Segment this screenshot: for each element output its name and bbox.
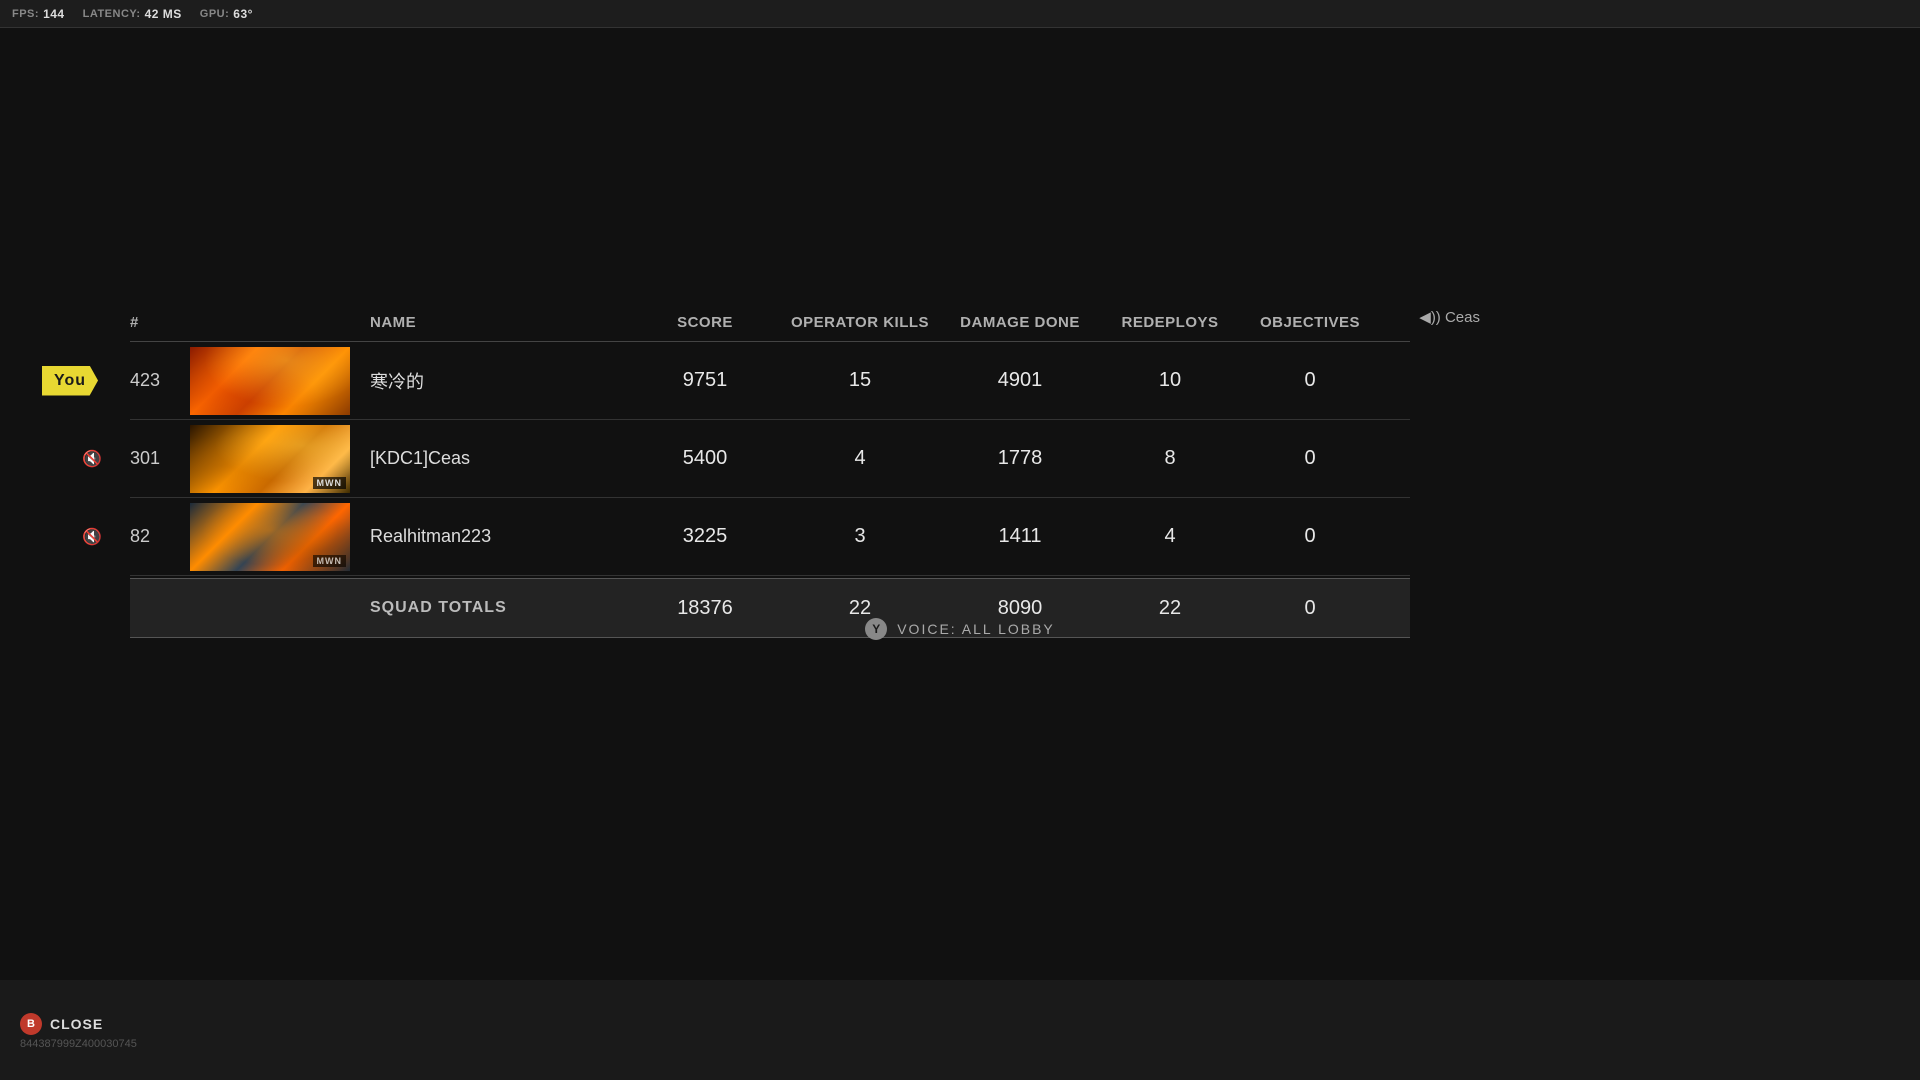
player-1-rank: 423 (130, 370, 160, 390)
player-2-score: 5400 (683, 447, 728, 469)
gpu-label: GPU: (200, 8, 230, 20)
player-1-damage: 4901 (998, 369, 1043, 391)
close-bar: B CLOSE (20, 1013, 103, 1035)
session-id: 844387999Z400030745 (20, 1038, 137, 1050)
player-2-avatar: MWN (190, 425, 350, 493)
player-2-objectives: 0 (1304, 447, 1315, 469)
player-2-redeploys: 8 (1164, 447, 1175, 469)
player-2-rank: 301 (130, 448, 160, 468)
b-button[interactable]: B (20, 1013, 42, 1035)
totals-kills: 22 (849, 597, 871, 619)
col-header-rank: # (130, 314, 190, 331)
hud-bar: FPS: 144 LATENCY: 42 MS GPU: 63° (0, 0, 1920, 28)
player-3-damage: 1411 (998, 525, 1041, 547)
player-3-objectives: 0 (1304, 525, 1315, 547)
mwn-badge-2: MWN (313, 477, 347, 489)
col-header-damage: Damage Done (940, 314, 1100, 331)
fps-display: FPS: 144 (12, 7, 65, 21)
player-1-redeploys: 10 (1159, 369, 1181, 391)
col-header-redeploys: Redeploys (1100, 314, 1240, 331)
player-3-redeploys: 4 (1164, 525, 1175, 547)
player-row-2: 🔇 301 MWN [KDC1]Ceas 5400 4 1778 (130, 420, 1410, 498)
squad-totals-label: SQUAD TOTALS (370, 599, 507, 616)
ceas-voice-label: ◀)) Ceas (1419, 308, 1480, 326)
player-2-name: [KDC1]Ceas (370, 448, 470, 468)
player-1-avatar (190, 347, 350, 415)
player-1-kills: 15 (849, 369, 871, 391)
col-header-name: Name (370, 314, 630, 331)
player-3-score: 3225 (683, 525, 728, 547)
player-1-name: 寒冷的 (370, 372, 424, 392)
main-content: # Name Score Operator Kills Damage Done … (0, 98, 1920, 980)
voice-text: VOICE: ALL LOBBY (897, 621, 1055, 637)
speaker-icon-3: 🔇 (82, 527, 102, 547)
col-header-objectives: Objectives (1240, 314, 1380, 331)
totals-redeploys: 22 (1159, 597, 1181, 619)
gpu-display: GPU: 63° (200, 7, 253, 21)
player-row-3: 🔇 82 MWN Realhitman223 3225 3 1411 (130, 498, 1410, 576)
player-row-1: You 423 寒冷的 9751 15 4901 10 0 (130, 342, 1410, 420)
player-1-avatar-container (190, 347, 370, 415)
latency-label: LATENCY: (83, 8, 141, 20)
totals-objectives: 0 (1304, 597, 1315, 619)
totals-damage: 8090 (998, 597, 1043, 619)
player-3-avatar-container: MWN (190, 503, 370, 571)
player-1-score: 9751 (683, 369, 728, 391)
mwn-badge-3: MWN (313, 555, 347, 567)
player-2-avatar-container: MWN (190, 425, 370, 493)
player-2-kills: 4 (854, 447, 865, 469)
player-3-rank: 82 (130, 526, 150, 546)
latency-display: LATENCY: 42 MS (83, 7, 182, 21)
close-label: CLOSE (50, 1016, 103, 1032)
you-badge: You (42, 366, 98, 396)
col-header-kills: Operator Kills (780, 314, 940, 331)
totals-score: 18376 (677, 597, 733, 619)
col-header-score: Score (630, 314, 780, 331)
player-3-name: Realhitman223 (370, 526, 491, 546)
player-1-objectives: 0 (1304, 369, 1315, 391)
header-zone (0, 28, 1920, 98)
speaker-icon-2: 🔇 (82, 449, 102, 469)
voice-bar: Y VOICE: ALL LOBBY (0, 618, 1920, 640)
fps-label: FPS: (12, 8, 39, 20)
player-3-kills: 3 (854, 525, 865, 547)
scoreboard: # Name Score Operator Kills Damage Done … (130, 308, 1410, 638)
latency-value: 42 MS (145, 7, 182, 21)
player-2-damage: 1778 (998, 447, 1043, 469)
fps-value: 144 (43, 7, 65, 21)
player-3-avatar: MWN (190, 503, 350, 571)
y-button[interactable]: Y (865, 618, 887, 640)
ceas-voice-text: ◀)) Ceas (1419, 308, 1480, 326)
gpu-value: 63° (233, 7, 253, 21)
table-header: # Name Score Operator Kills Damage Done … (130, 308, 1410, 342)
